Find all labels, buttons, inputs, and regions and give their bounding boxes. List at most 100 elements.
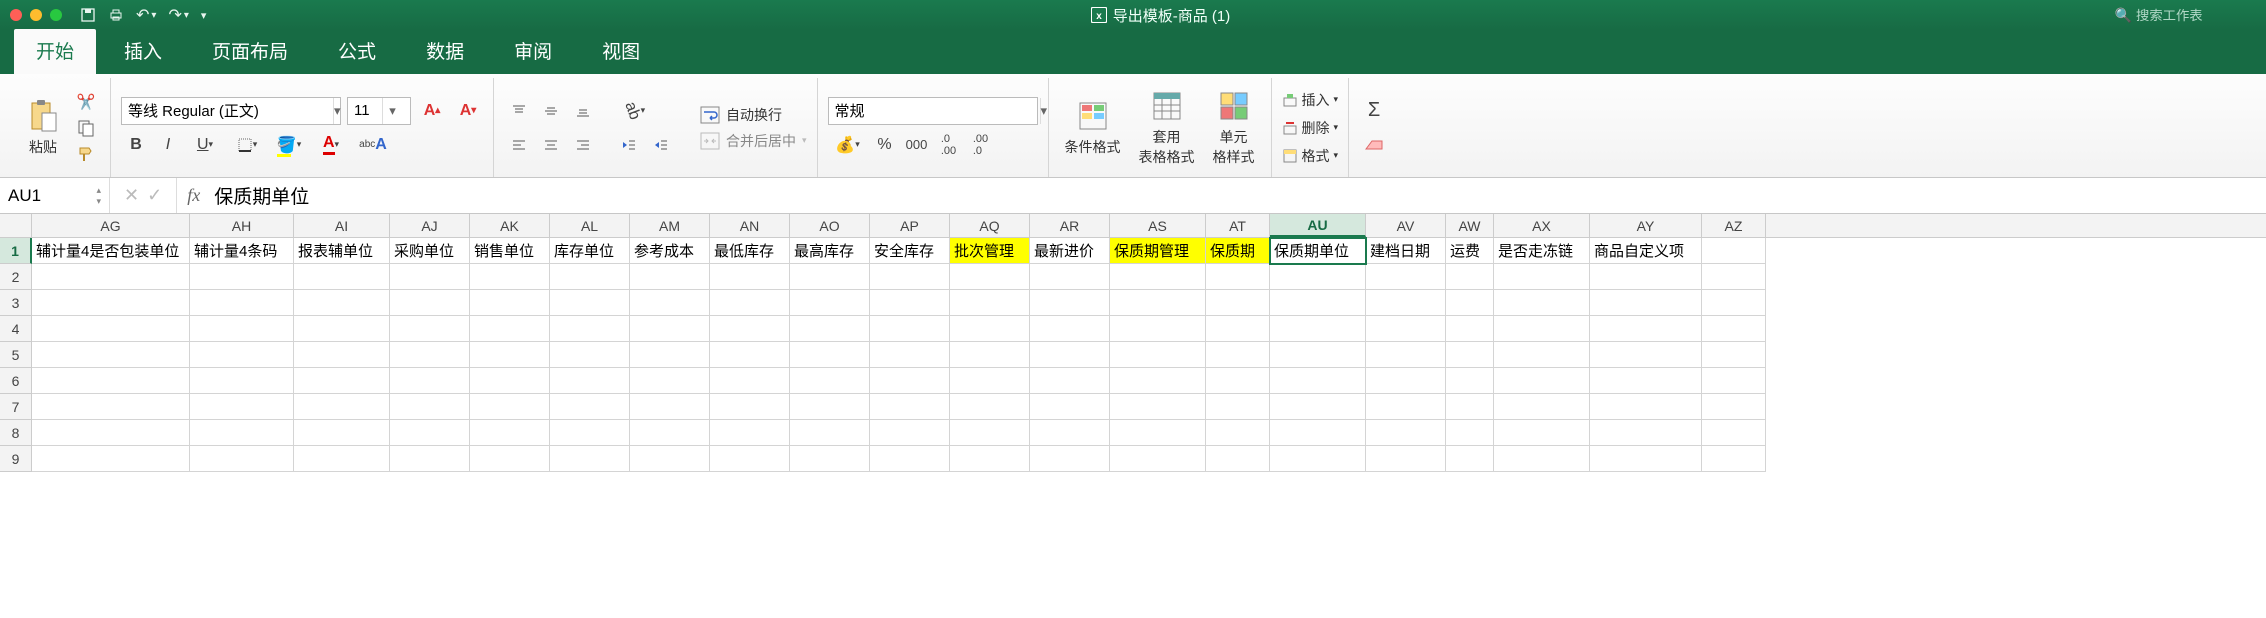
cell-AJ2[interactable] — [390, 264, 470, 290]
cell-AL8[interactable] — [550, 420, 630, 446]
cell-AP9[interactable] — [870, 446, 950, 472]
chevron-down-icon[interactable]: ▾ — [1040, 98, 1048, 124]
cell-AK3[interactable] — [470, 290, 550, 316]
cell-AK6[interactable] — [470, 368, 550, 394]
font-name-input[interactable] — [122, 98, 333, 124]
close-window-button[interactable] — [10, 9, 22, 21]
cell-AZ9[interactable] — [1702, 446, 1766, 472]
decrease-indent-button[interactable] — [614, 131, 644, 159]
autosum-button[interactable]: Σ — [1359, 97, 1389, 125]
column-header-AN[interactable]: AN — [710, 214, 790, 237]
cell-AH6[interactable] — [190, 368, 294, 394]
cell-AW2[interactable] — [1446, 264, 1494, 290]
align-center-button[interactable] — [536, 131, 566, 159]
cell-AS7[interactable] — [1110, 394, 1206, 420]
column-header-AO[interactable]: AO — [790, 214, 870, 237]
accept-formula-button[interactable]: ✓ — [147, 185, 162, 206]
cell-AN1[interactable]: 最低库存 — [710, 238, 790, 264]
column-header-AK[interactable]: AK — [470, 214, 550, 237]
cell-AR4[interactable] — [1030, 316, 1110, 342]
cell-AO4[interactable] — [790, 316, 870, 342]
cell-AZ3[interactable] — [1702, 290, 1766, 316]
cell-AQ8[interactable] — [950, 420, 1030, 446]
cell-AY1[interactable]: 商品自定义项 — [1590, 238, 1702, 264]
maximize-window-button[interactable] — [50, 9, 62, 21]
cell-AU7[interactable] — [1270, 394, 1366, 420]
cell-AU1[interactable]: 保质期单位 — [1270, 238, 1366, 264]
column-header-AS[interactable]: AS — [1110, 214, 1206, 237]
cell-AL1[interactable]: 库存单位 — [550, 238, 630, 264]
cell-AJ8[interactable] — [390, 420, 470, 446]
cell-AN9[interactable] — [710, 446, 790, 472]
cell-AG4[interactable] — [32, 316, 190, 342]
cell-AJ5[interactable] — [390, 342, 470, 368]
cell-AR3[interactable] — [1030, 290, 1110, 316]
row-header-5[interactable]: 5 — [0, 342, 32, 368]
row-header-8[interactable]: 8 — [0, 420, 32, 446]
cell-AM9[interactable] — [630, 446, 710, 472]
cell-AK4[interactable] — [470, 316, 550, 342]
cell-AW6[interactable] — [1446, 368, 1494, 394]
cell-AP8[interactable] — [870, 420, 950, 446]
cell-AQ1[interactable]: 批次管理 — [950, 238, 1030, 264]
cell-AV6[interactable] — [1366, 368, 1446, 394]
phonetic-button[interactable]: abcA — [353, 131, 393, 159]
column-header-AV[interactable]: AV — [1366, 214, 1446, 237]
cell-AT2[interactable] — [1206, 264, 1270, 290]
cell-AI1[interactable]: 报表辅单位 — [294, 238, 390, 264]
cell-AU4[interactable] — [1270, 316, 1366, 342]
percent-button[interactable]: % — [870, 131, 900, 159]
column-header-AZ[interactable]: AZ — [1702, 214, 1766, 237]
cell-AM6[interactable] — [630, 368, 710, 394]
cell-AH5[interactable] — [190, 342, 294, 368]
cell-AN6[interactable] — [710, 368, 790, 394]
minimize-window-button[interactable] — [30, 9, 42, 21]
cell-AT4[interactable] — [1206, 316, 1270, 342]
cell-AM3[interactable] — [630, 290, 710, 316]
cell-AZ4[interactable] — [1702, 316, 1766, 342]
cell-AQ3[interactable] — [950, 290, 1030, 316]
row-header-2[interactable]: 2 — [0, 264, 32, 290]
cell-AS8[interactable] — [1110, 420, 1206, 446]
cell-AX1[interactable]: 是否走冻链 — [1494, 238, 1590, 264]
copy-button[interactable] — [72, 117, 100, 139]
cell-AM1[interactable]: 参考成本 — [630, 238, 710, 264]
font-color-button[interactable]: A▾ — [311, 131, 351, 159]
cell-AK7[interactable] — [470, 394, 550, 420]
cell-AP6[interactable] — [870, 368, 950, 394]
clear-button[interactable] — [1359, 131, 1389, 159]
font-size-input[interactable] — [348, 98, 382, 124]
save-icon[interactable] — [80, 7, 96, 23]
cell-AL4[interactable] — [550, 316, 630, 342]
cell-AR9[interactable] — [1030, 446, 1110, 472]
cell-AW4[interactable] — [1446, 316, 1494, 342]
cell-AO5[interactable] — [790, 342, 870, 368]
cell-AI8[interactable] — [294, 420, 390, 446]
cell-AI4[interactable] — [294, 316, 390, 342]
cell-AG3[interactable] — [32, 290, 190, 316]
cell-AW9[interactable] — [1446, 446, 1494, 472]
cell-AT5[interactable] — [1206, 342, 1270, 368]
cell-AT3[interactable] — [1206, 290, 1270, 316]
cell-AR6[interactable] — [1030, 368, 1110, 394]
number-format-input[interactable] — [829, 98, 1040, 124]
cell-AH9[interactable] — [190, 446, 294, 472]
cell-AI5[interactable] — [294, 342, 390, 368]
cell-AL2[interactable] — [550, 264, 630, 290]
cell-AX4[interactable] — [1494, 316, 1590, 342]
cell-AR5[interactable] — [1030, 342, 1110, 368]
column-header-AG[interactable]: AG — [32, 214, 190, 237]
row-header-7[interactable]: 7 — [0, 394, 32, 420]
cell-AJ9[interactable] — [390, 446, 470, 472]
cell-AZ5[interactable] — [1702, 342, 1766, 368]
cell-AV2[interactable] — [1366, 264, 1446, 290]
cell-AL5[interactable] — [550, 342, 630, 368]
cell-AL9[interactable] — [550, 446, 630, 472]
undo-button[interactable]: ↶ ▾ — [136, 5, 156, 25]
ribbon-tab-3[interactable]: 公式 — [316, 29, 398, 74]
cell-AG8[interactable] — [32, 420, 190, 446]
cell-AX9[interactable] — [1494, 446, 1590, 472]
ribbon-tab-2[interactable]: 页面布局 — [190, 29, 310, 74]
cut-button[interactable]: ✂️ — [72, 91, 100, 113]
formula-input[interactable] — [210, 178, 2266, 213]
